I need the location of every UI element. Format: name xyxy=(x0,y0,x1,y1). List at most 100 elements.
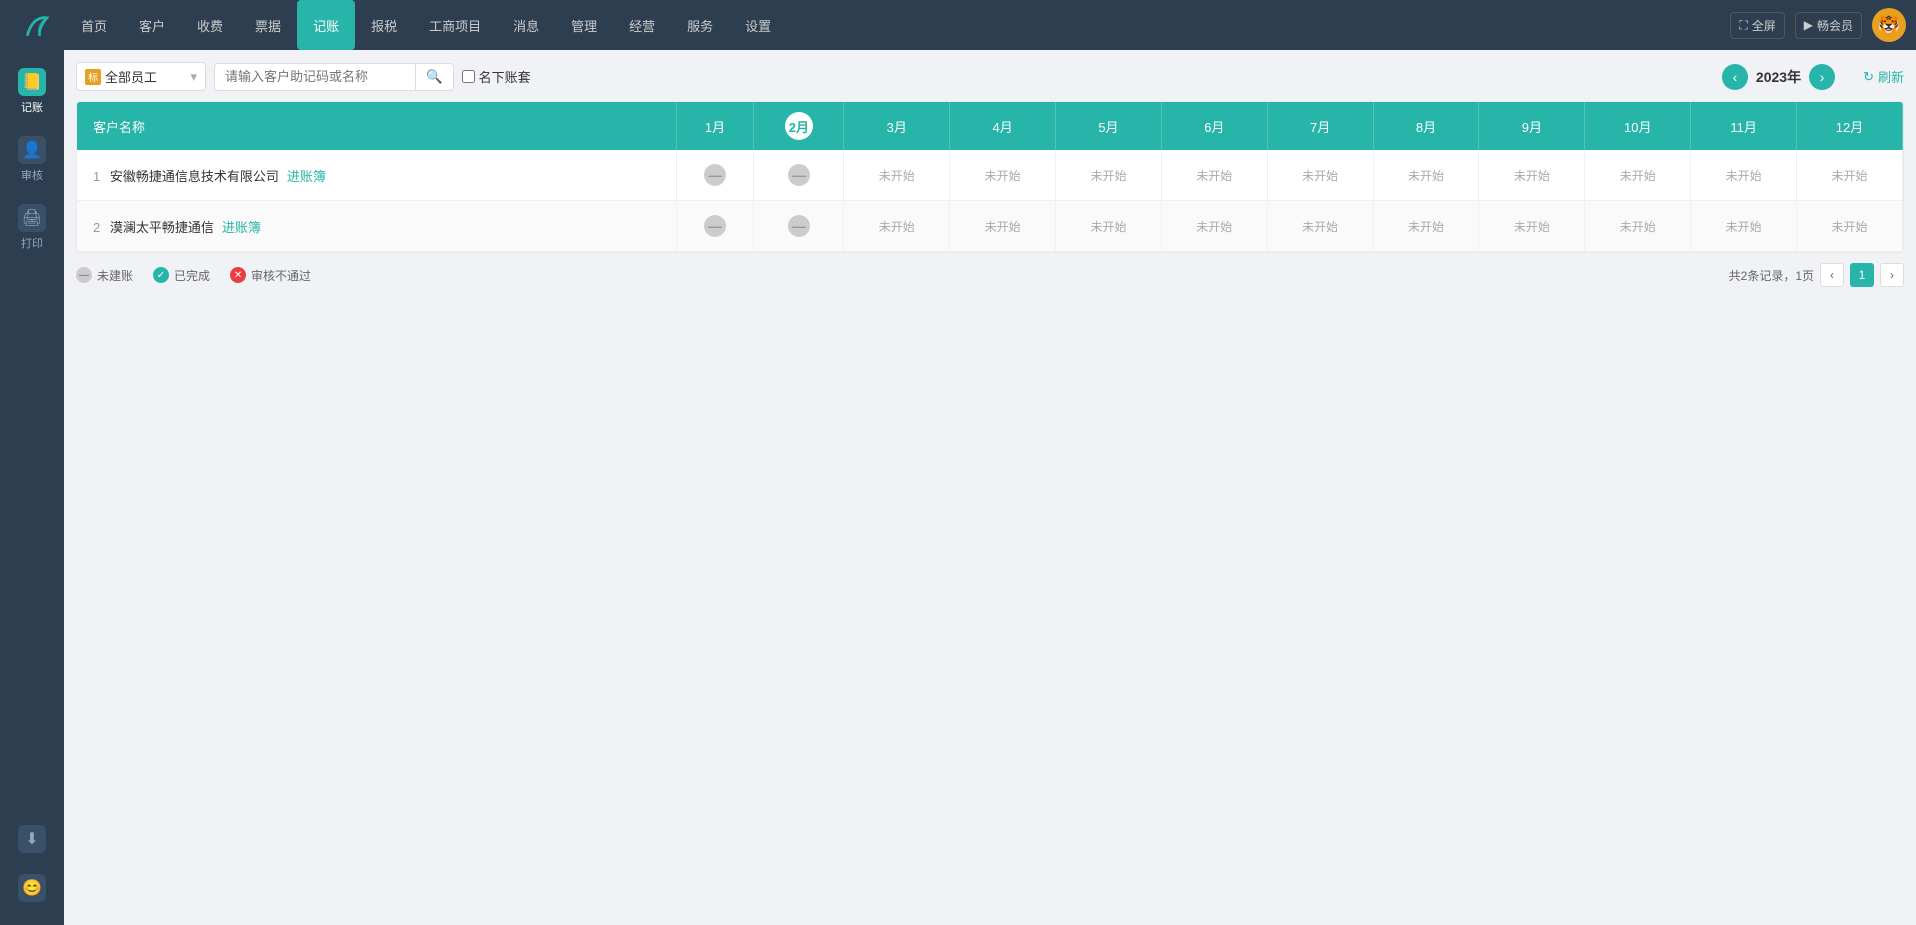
enter-ledger-link[interactable]: 进账簿 xyxy=(287,169,326,184)
month-cell-8: 未开始 xyxy=(1373,201,1479,252)
month-cell-3: 未开始 xyxy=(844,150,950,201)
search-button[interactable]: 🔍 xyxy=(415,64,453,90)
top-nav: 首页 客户 收费 票据 记账 报税 工商项目 消息 管理 经营 服务 设置 ⛶ … xyxy=(0,0,1916,50)
col-month-5: 5月 xyxy=(1056,102,1162,150)
table-scroll: 客户名称 1月 2月 3月 4月 5月 6月 7月 8月 9月 10月 11月 xyxy=(77,102,1903,252)
nav-service[interactable]: 服务 xyxy=(671,0,729,50)
legend-rejected-label: 审核不通过 xyxy=(251,267,311,284)
legend-completed-label: 已完成 xyxy=(174,267,210,284)
vip-label: 畅会员 xyxy=(1817,17,1853,34)
table-wrap: 客户名称 1月 2月 3月 4月 5月 6月 7月 8月 9月 10月 11月 xyxy=(76,101,1904,253)
month-cell-8: 未开始 xyxy=(1373,150,1479,201)
month-cell-1: — xyxy=(676,150,754,201)
legend-not-built: — 未建账 xyxy=(76,267,133,284)
employee-select[interactable]: 标 全部员工 ▾ xyxy=(76,62,206,91)
nav-operation[interactable]: 经营 xyxy=(613,0,671,50)
row-index: 1 xyxy=(93,169,104,184)
nav-right: ⛶ 全屏 ▶ 畅会员 🐯 xyxy=(1730,8,1906,42)
year-label: 2023年 xyxy=(1756,67,1801,87)
month-cell-10: 未开始 xyxy=(1585,150,1691,201)
nav-manage[interactable]: 管理 xyxy=(555,0,613,50)
nav-settings[interactable]: 设置 xyxy=(729,0,787,50)
avatar[interactable]: 🐯 xyxy=(1872,8,1906,42)
col-month-8: 8月 xyxy=(1373,102,1479,150)
page-1-button[interactable]: 1 xyxy=(1850,263,1874,287)
checkbox-text: 名下账套 xyxy=(479,67,531,86)
month-cell-1: — xyxy=(676,201,754,252)
download-icon: ⬇ xyxy=(18,825,46,853)
month-cell-2: — xyxy=(754,201,844,252)
month-cell-4: 未开始 xyxy=(950,150,1056,201)
next-year-button[interactable]: › xyxy=(1809,64,1835,90)
table-row: 1 安徽畅捷通信息技术有限公司进账簿——未开始未开始未开始未开始未开始未开始未开… xyxy=(77,150,1903,201)
table-header-row: 客户名称 1月 2月 3月 4月 5月 6月 7月 8月 9月 10月 11月 xyxy=(77,102,1903,150)
search-wrap: 🔍 xyxy=(214,63,454,91)
page-footer: — 未建账 ✓ 已完成 ✕ 审核不通过 共2条记录，1页 ‹ 1 › xyxy=(76,253,1904,297)
logo xyxy=(10,0,65,50)
sidebar-item-download[interactable]: ⬇ xyxy=(4,817,60,861)
sidebar-item-print[interactable]: 🖨 打印 xyxy=(4,196,60,259)
dash-circle: — xyxy=(704,164,726,186)
sidebar-bottom: ⬇ 😊 xyxy=(4,817,60,925)
vip-button[interactable]: ▶ 畅会员 xyxy=(1795,12,1862,39)
month-cell-7: 未开始 xyxy=(1267,201,1373,252)
page-next-button[interactable]: › xyxy=(1880,263,1904,287)
main-content: 标 全部员工 ▾ 🔍 名下账套 ‹ 2023年 › ↻ 刷新 xyxy=(64,50,1916,925)
search-input[interactable] xyxy=(215,64,415,89)
month-cell-6: 未开始 xyxy=(1161,201,1267,252)
month-cell-2: — xyxy=(754,150,844,201)
month-cell-11: 未开始 xyxy=(1691,150,1797,201)
month-cell-5: 未开始 xyxy=(1056,201,1162,252)
month-cell-6: 未开始 xyxy=(1161,150,1267,201)
total-records-label: 共2条记录，1页 xyxy=(1729,267,1814,284)
nav-message[interactable]: 消息 xyxy=(497,0,555,50)
client-name: 安徽畅捷通信息技术有限公司 xyxy=(110,169,279,184)
sidebar-item-print-label: 打印 xyxy=(21,235,43,251)
month-cell-5: 未开始 xyxy=(1056,150,1162,201)
sidebar-item-review[interactable]: 👤 审核 xyxy=(4,128,60,191)
month-cell-9: 未开始 xyxy=(1479,201,1585,252)
col-month-6: 6月 xyxy=(1161,102,1267,150)
client-name-cell: 2 漠澜太平畅捷通信进账簿 xyxy=(77,201,676,252)
col-month-12: 12月 xyxy=(1797,102,1903,150)
col-month-1: 1月 xyxy=(676,102,754,150)
month-cell-4: 未开始 xyxy=(950,201,1056,252)
sidebar-item-user[interactable]: 😊 xyxy=(4,866,60,910)
col-month-4: 4月 xyxy=(950,102,1056,150)
refresh-button[interactable]: ↻ 刷新 xyxy=(1863,67,1904,86)
chevron-down-icon: ▾ xyxy=(190,69,197,85)
refresh-label: 刷新 xyxy=(1878,67,1904,86)
refresh-icon: ↻ xyxy=(1863,69,1874,85)
nav-client[interactable]: 客户 xyxy=(123,0,181,50)
year-nav: ‹ 2023年 › xyxy=(1722,64,1835,90)
legend-completed: ✓ 已完成 xyxy=(153,267,210,284)
nav-accounting[interactable]: 记账 xyxy=(297,0,355,50)
dash-circle: — xyxy=(788,164,810,186)
fullscreen-icon: ⛶ xyxy=(1739,18,1747,33)
nav-invoice[interactable]: 票据 xyxy=(239,0,297,50)
prev-year-button[interactable]: ‹ xyxy=(1722,64,1748,90)
month-cell-10: 未开始 xyxy=(1585,201,1691,252)
page-info: 共2条记录，1页 ‹ 1 › xyxy=(1729,263,1904,287)
fullscreen-button[interactable]: ⛶ 全屏 xyxy=(1730,12,1784,39)
client-name-cell: 1 安徽畅捷通信息技术有限公司进账簿 xyxy=(77,150,676,201)
col-month-7: 7月 xyxy=(1267,102,1373,150)
nav-tax[interactable]: 报税 xyxy=(355,0,413,50)
legend-not-built-label: 未建账 xyxy=(97,267,133,284)
page-prev-button[interactable]: ‹ xyxy=(1820,263,1844,287)
dash-circle: — xyxy=(788,215,810,237)
checkbox-label[interactable]: 名下账套 xyxy=(462,67,531,86)
nav-fee[interactable]: 收费 xyxy=(181,0,239,50)
nav-home[interactable]: 首页 xyxy=(65,0,123,50)
dash-circle: — xyxy=(704,215,726,237)
month-cell-9: 未开始 xyxy=(1479,150,1585,201)
month-cell-11: 未开始 xyxy=(1691,201,1797,252)
account-checkbox[interactable] xyxy=(462,70,475,83)
toolbar: 标 全部员工 ▾ 🔍 名下账套 ‹ 2023年 › ↻ 刷新 xyxy=(76,62,1904,91)
enter-ledger-link[interactable]: 进账簿 xyxy=(222,220,261,235)
accounting-icon: 📒 xyxy=(18,68,46,96)
nav-business[interactable]: 工商项目 xyxy=(413,0,497,50)
col-month-2: 2月 xyxy=(754,102,844,150)
sidebar-item-accounting[interactable]: 📒 记账 xyxy=(4,60,60,123)
legend-gray-icon: — xyxy=(76,267,92,283)
